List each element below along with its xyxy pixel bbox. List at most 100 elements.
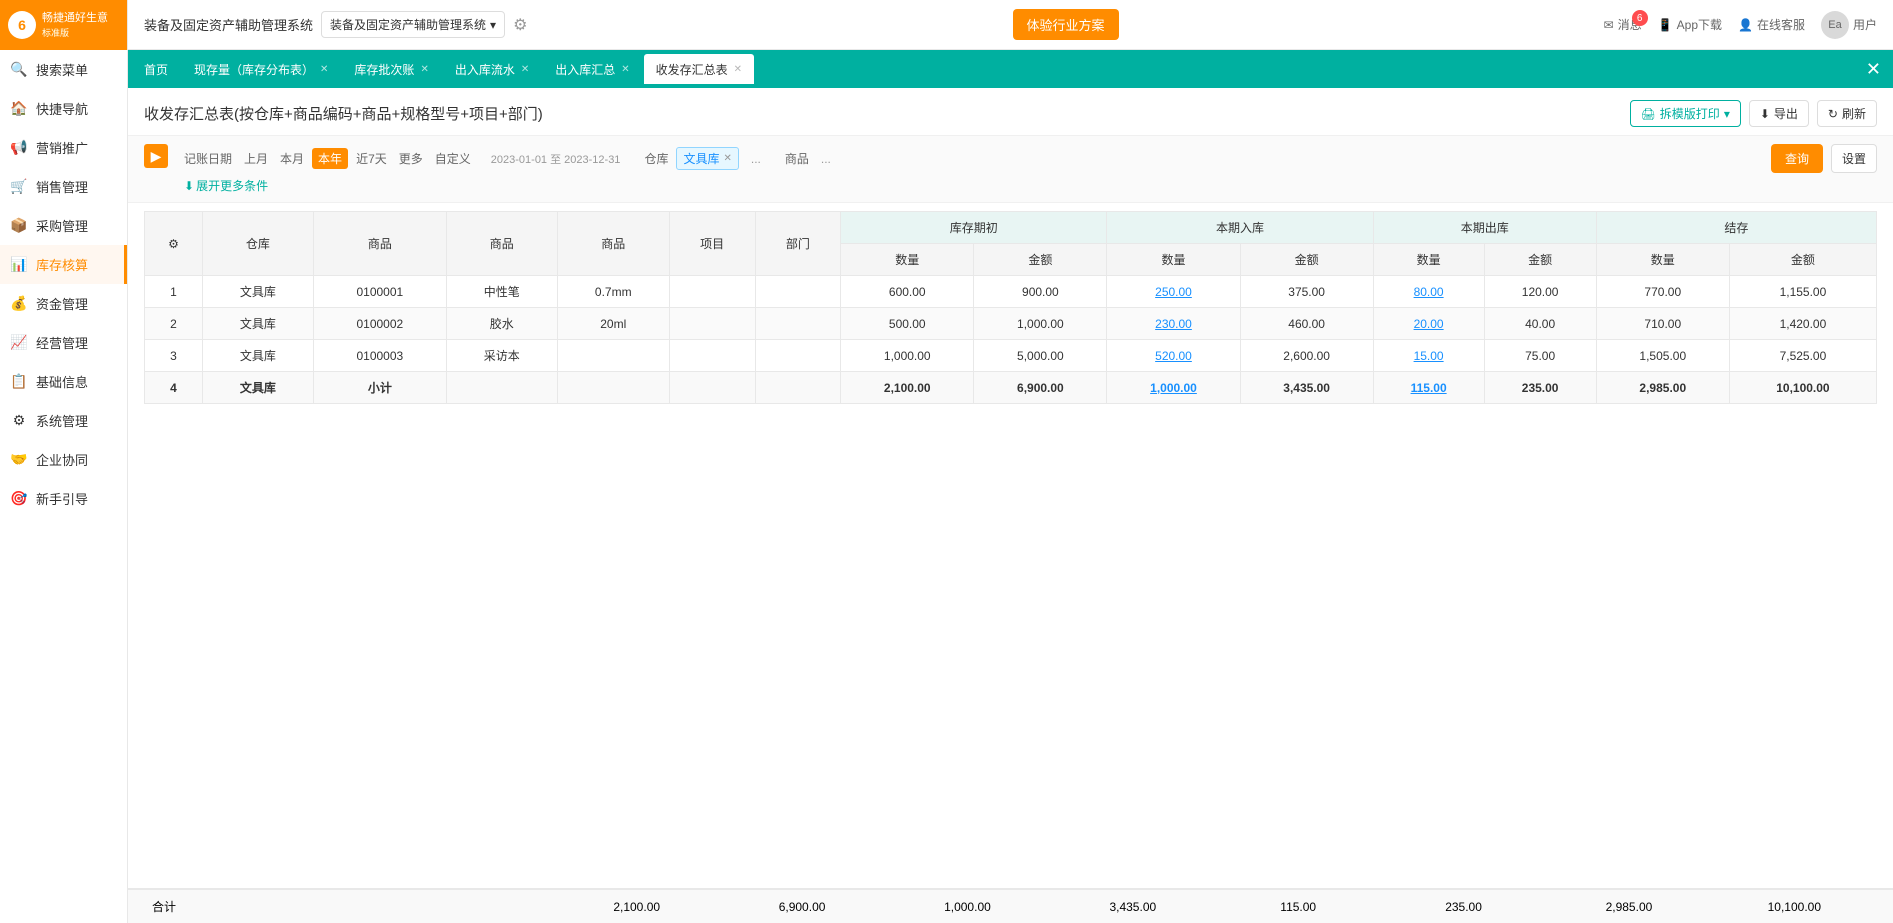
cell-goods: 采访本	[446, 340, 557, 372]
warehouse-tag[interactable]: 文具库 ✕	[676, 147, 738, 170]
settings-icon[interactable]: ⚙	[513, 15, 527, 35]
sidebar-item-finance[interactable]: 💰 资金管理	[0, 284, 127, 323]
filter-toggle-button[interactable]: ▶	[144, 144, 168, 168]
col-project-header: 项目	[669, 212, 755, 276]
cell-dept	[755, 340, 841, 372]
operations-icon: 📈	[10, 334, 28, 352]
query-button[interactable]: 查询	[1771, 144, 1823, 173]
print-label: 拆模版打印	[1660, 105, 1720, 122]
system-selector[interactable]: 装备及固定资产辅助管理系统 ▾	[321, 11, 505, 38]
cell-seq: 2	[145, 308, 203, 340]
trial-button[interactable]: 体验行业方案	[1013, 9, 1119, 40]
col-spec-header: 商品	[557, 212, 669, 276]
tab-4[interactable]: 出入库汇总 ✕	[543, 54, 641, 84]
date-shortcut-自定义[interactable]: 自定义	[431, 148, 475, 169]
export-button[interactable]: ⬇ 导出	[1749, 100, 1809, 127]
table-container: ⚙ 仓库 商品 商品 商品 项目 部门 库存期初 本期入库 本期出库 结存 数量	[128, 203, 1893, 888]
cell-project	[669, 276, 755, 308]
cell-project	[669, 308, 755, 340]
cell-out-amt: 235.00	[1484, 372, 1596, 404]
sidebar-item-label-sales: 销售管理	[36, 177, 88, 196]
date-shortcut-近7天[interactable]: 近7天	[352, 148, 391, 169]
tabs-bar: 首页现存量（库存分布表）✕库存批次账✕出入库流水✕出入库汇总✕收发存汇总表✕✕	[128, 50, 1893, 88]
col-settings-header[interactable]: ⚙	[145, 212, 203, 276]
warehouse-label: 仓库	[644, 150, 668, 167]
col-out-amt-header: 金额	[1484, 244, 1596, 276]
sales-icon: 🛒	[10, 178, 28, 196]
cell-in-qty[interactable]: 520.00	[1107, 340, 1240, 372]
link-in-qty[interactable]: 230.00	[1155, 317, 1192, 331]
date-shortcut-更多[interactable]: 更多	[395, 148, 427, 169]
tab-2[interactable]: 库存批次账 ✕	[342, 54, 440, 84]
guide-icon: 🎯	[10, 490, 28, 508]
tab-close-5[interactable]: ✕	[734, 64, 742, 75]
cell-bal-qty: 770.00	[1596, 276, 1729, 308]
app-name: 畅捷通好生意	[42, 11, 108, 25]
refresh-button[interactable]: ↻ 刷新	[1817, 100, 1877, 127]
cell-in-qty[interactable]: 1,000.00	[1107, 372, 1240, 404]
table-row: 3文具库0100003采访本1,000.005,000.00520.002,60…	[145, 340, 1877, 372]
warehouse-more[interactable]: ...	[751, 152, 761, 166]
link-in-qty[interactable]: 250.00	[1155, 285, 1192, 299]
tab-1[interactable]: 现存量（库存分布表）✕	[182, 54, 340, 84]
goods-more[interactable]: ...	[821, 152, 831, 166]
sidebar-item-search[interactable]: 🔍 搜索菜单	[0, 50, 127, 89]
cell-out-qty[interactable]: 80.00	[1373, 276, 1484, 308]
cell-out-qty[interactable]: 115.00	[1373, 372, 1484, 404]
filter-section: ▶ 记账日期 上月本月本年近7天更多自定义 2023-01-01 至 2023-…	[128, 136, 1893, 203]
tab-label-4: 出入库汇总	[555, 61, 615, 78]
tab-close-3[interactable]: ✕	[521, 64, 529, 75]
online-service-item[interactable]: 👤 在线客服	[1738, 16, 1805, 33]
sidebar-item-inventory[interactable]: 📊 库存核算	[0, 245, 127, 284]
app-logo: 6 畅捷通好生意 标准版	[0, 0, 127, 50]
date-shortcut-上月[interactable]: 上月	[240, 148, 272, 169]
sidebar-item-enterprise[interactable]: 🤝 企业协同	[0, 440, 127, 479]
user-item[interactable]: Ea 用户	[1821, 11, 1877, 39]
sidebar-item-quick-nav[interactable]: 🏠 快捷导航	[0, 89, 127, 128]
print-button[interactable]: 🖨 拆模版打印 ▾	[1630, 100, 1741, 127]
link-out-qty[interactable]: 15.00	[1414, 349, 1444, 363]
tab-5[interactable]: 收发存汇总表✕	[644, 54, 754, 84]
date-shortcut-本月[interactable]: 本月	[276, 148, 308, 169]
tab-label-2: 库存批次账	[354, 61, 414, 78]
link-out-qty[interactable]: 20.00	[1414, 317, 1444, 331]
sidebar-item-sales[interactable]: 🛒 销售管理	[0, 167, 127, 206]
expand-conditions-button[interactable]: ⬇ 展开更多条件	[184, 177, 268, 194]
tab-0[interactable]: 首页	[132, 54, 180, 84]
date-shortcut-本年[interactable]: 本年	[312, 148, 348, 169]
avatar: Ea	[1821, 11, 1849, 39]
tab-3[interactable]: 出入库流水✕	[443, 54, 541, 84]
sidebar-item-basic-info[interactable]: 📋 基础信息	[0, 362, 127, 401]
sidebar-item-operations[interactable]: 📈 经营管理	[0, 323, 127, 362]
cell-out-qty[interactable]: 20.00	[1373, 308, 1484, 340]
link-in-qty[interactable]: 1,000.00	[1150, 381, 1197, 395]
close-all-tabs[interactable]: ✕	[1858, 59, 1889, 80]
cell-seq: 3	[145, 340, 203, 372]
filter-settings-button[interactable]: 设置	[1831, 144, 1877, 173]
sidebar-item-guide[interactable]: 🎯 新手引导	[0, 479, 127, 518]
col-dept-header: 部门	[755, 212, 841, 276]
sidebar-item-marketing[interactable]: 📢 营销推广	[0, 128, 127, 167]
cell-in-qty[interactable]: 250.00	[1107, 276, 1240, 308]
cell-out-qty[interactable]: 15.00	[1373, 340, 1484, 372]
tab-close-1[interactable]: ✕	[320, 64, 328, 75]
cell-in-amt: 2,600.00	[1240, 340, 1373, 372]
cell-goods: 中性笔	[446, 276, 557, 308]
col-bal-qty-header: 数量	[1596, 244, 1729, 276]
total-row: 合计 2,100.00 6,900.00 1,000.00 3,435.00 1…	[128, 888, 1893, 923]
sidebar-item-purchase[interactable]: 📦 采购管理	[0, 206, 127, 245]
cell-in-qty[interactable]: 230.00	[1107, 308, 1240, 340]
total-init-qty: 2,100.00	[554, 900, 719, 914]
cell-bal-amt: 1,155.00	[1729, 276, 1876, 308]
warehouse-remove-icon[interactable]: ✕	[723, 153, 731, 164]
link-out-qty[interactable]: 115.00	[1411, 381, 1447, 395]
cell-out-amt: 75.00	[1484, 340, 1596, 372]
message-item[interactable]: ✉ 消息 6	[1604, 16, 1642, 33]
link-out-qty[interactable]: 80.00	[1414, 285, 1444, 299]
sidebar-item-system[interactable]: ⚙ 系统管理	[0, 401, 127, 440]
tab-close-4[interactable]: ✕	[621, 64, 629, 75]
tab-close-2[interactable]: ✕	[420, 64, 428, 75]
link-in-qty[interactable]: 520.00	[1155, 349, 1192, 363]
total-values: 2,100.00 6,900.00 1,000.00 3,435.00 115.…	[554, 900, 1877, 914]
app-download-item[interactable]: 📱 App下载	[1658, 16, 1722, 33]
